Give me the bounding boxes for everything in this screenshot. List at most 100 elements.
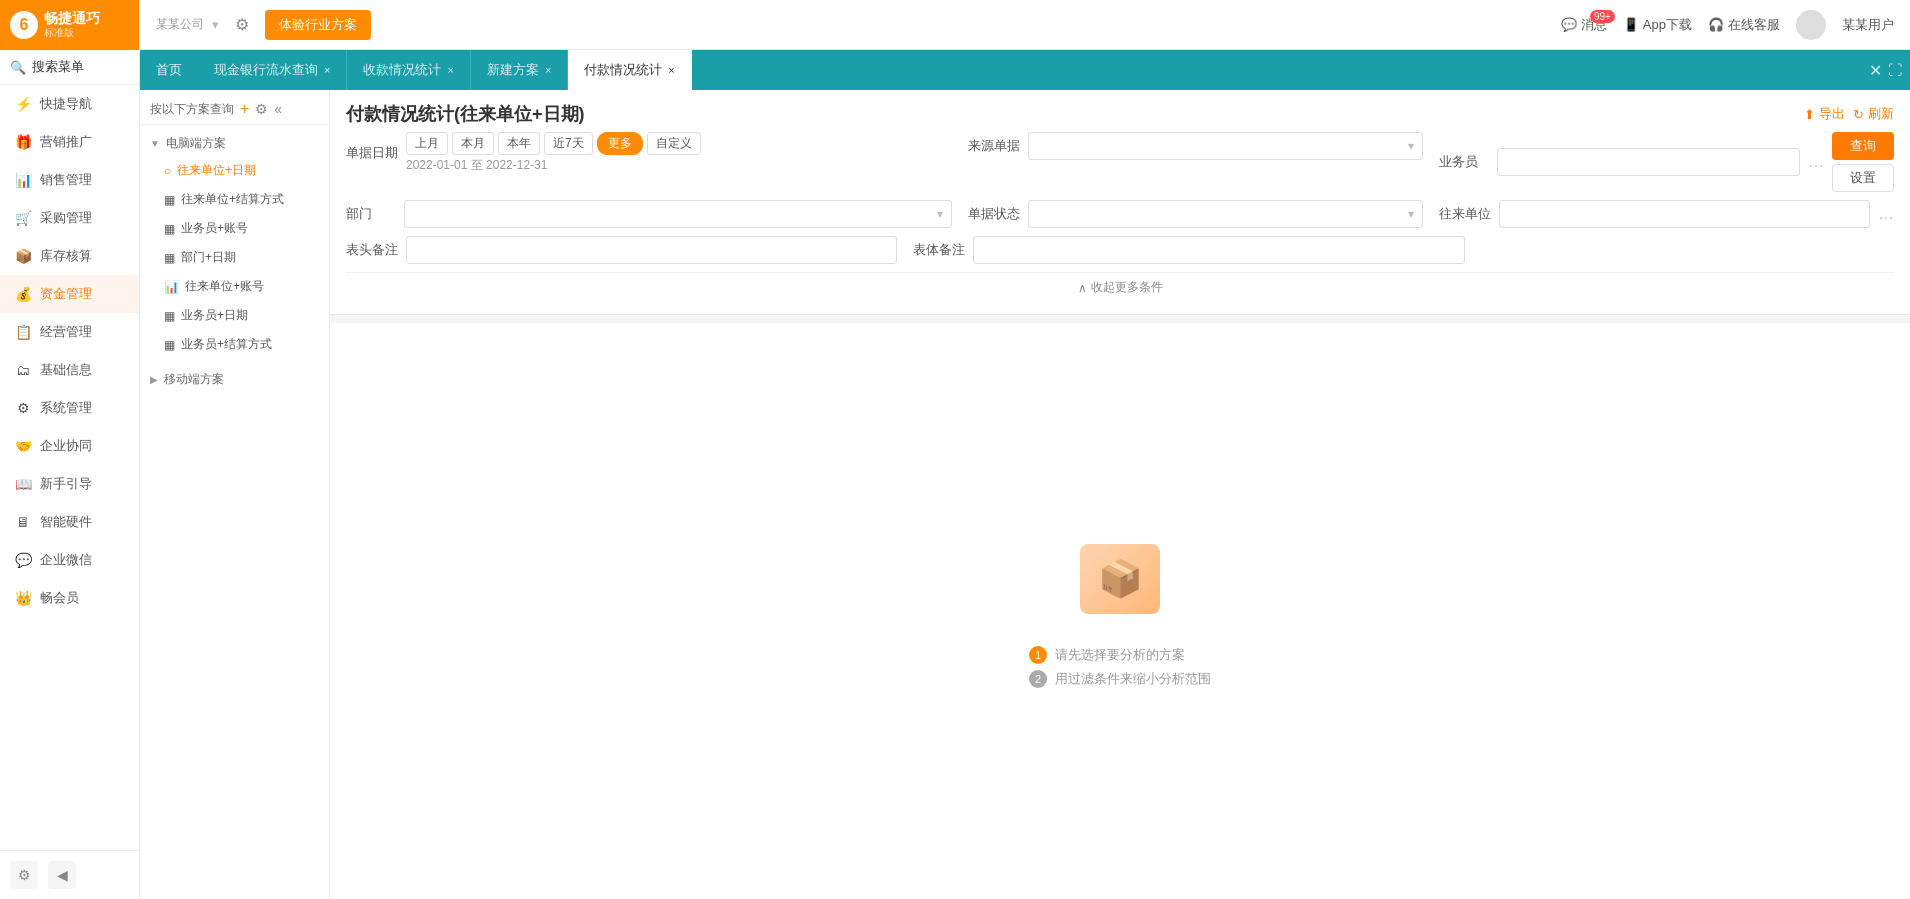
tab-bank[interactable]: 现金银行流水查询 × — [198, 50, 347, 90]
sidebar-item-finance[interactable]: 💰资金管理 — [0, 275, 139, 313]
tabs-bar: 首页 现金银行流水查询 × 收款情况统计 × 新建方案 × 付款情况统计 × ✕… — [140, 50, 1910, 90]
sidebar-item-enterprise[interactable]: 🤝企业协同 — [0, 427, 139, 465]
sidebar-item-wechat[interactable]: 💬企业微信 — [0, 541, 139, 579]
tabs-close-all-btn[interactable]: ✕ — [1869, 61, 1882, 80]
breadcrumb: 某某公司 — [156, 16, 204, 33]
sidebar-item-quick-nav[interactable]: ⚡快捷导航 — [0, 85, 139, 123]
scheme-item-partner-account[interactable]: 📊往来单位+账号 — [140, 272, 329, 301]
sidebar-item-inventory[interactable]: 📦库存核算 — [0, 237, 139, 275]
online-service-btn[interactable]: 🎧 在线客服 — [1708, 16, 1780, 34]
tab-bank-close[interactable]: × — [324, 64, 330, 76]
user-avatar[interactable] — [1796, 10, 1826, 40]
search-icon: 🔍 — [10, 60, 26, 75]
sidebar-nav: ⚡快捷导航🎁营销推广📊销售管理🛒采购管理📦库存核算💰资金管理📋经营管理🗂基础信息… — [0, 85, 139, 850]
desktop-group-title[interactable]: ▼ 电脑端方案 — [140, 131, 329, 156]
date-more[interactable]: 更多 — [597, 132, 643, 155]
empty-state: 1 请先选择要分析的方案 2 用过滤条件来缩小分析范围 — [330, 323, 1910, 899]
app-download-btn[interactable]: 📱 App下载 — [1623, 16, 1692, 34]
date-this-month[interactable]: 本月 — [452, 132, 494, 155]
page-title: 付款情况统计(往来单位+日期) — [346, 102, 585, 126]
guide-icon: 📖 — [14, 476, 32, 492]
sidebar-item-basic[interactable]: 🗂基础信息 — [0, 351, 139, 389]
refresh-btn[interactable]: ↻ 刷新 — [1853, 105, 1894, 123]
sidebar-search[interactable]: 🔍 搜索菜单 — [0, 50, 139, 85]
topbar-settings-btn[interactable]: ⚙ — [227, 10, 257, 40]
tab-receipt-close[interactable]: × — [447, 64, 453, 76]
left-panel: 按以下方案查询 + ⚙ « ▼ 电脑端方案 ○往来单位+日期▦往来单位+结算方式… — [140, 90, 330, 899]
scheme-item-staff-settle[interactable]: ▦业务员+结算方式 — [140, 330, 329, 359]
partner-input[interactable] — [1499, 200, 1870, 228]
tab-payment-close[interactable]: × — [668, 64, 674, 76]
dept-arrow: ▾ — [937, 207, 943, 221]
sidebar-item-marketing[interactable]: 🎁营销推广 — [0, 123, 139, 161]
date-last-month[interactable]: 上月 — [406, 132, 448, 155]
mobile-group-title[interactable]: ▶ 移动端方案 — [140, 365, 329, 394]
hint-1: 1 请先选择要分析的方案 — [1029, 646, 1211, 664]
sidebar-item-hardware[interactable]: 🖥智能硬件 — [0, 503, 139, 541]
staff-date-icon: ▦ — [164, 309, 175, 323]
collapse-filter-btn[interactable]: ∧ 收起更多条件 — [346, 272, 1894, 302]
doc-status-arrow: ▾ — [1408, 207, 1414, 221]
filter-area: 付款情况统计(往来单位+日期) ⬆ 导出 ↻ 刷新 — [330, 90, 1910, 315]
operation-icon: 📋 — [14, 324, 32, 340]
date-7days[interactable]: 近7天 — [544, 132, 593, 155]
filter-date: 单据日期 上月 本月 本年 近7天 更多 自定义 2022-01-01 至 20… — [346, 132, 952, 174]
note-body-input[interactable] — [973, 236, 1464, 264]
scheme-item-staff-account[interactable]: ▦业务员+账号 — [140, 214, 329, 243]
sidebar-item-purchase[interactable]: 🛒采购管理 — [0, 199, 139, 237]
set-btn[interactable]: 设置 — [1832, 164, 1894, 192]
scheme-setting-btn[interactable]: ⚙ — [255, 101, 268, 117]
sales-icon: 📊 — [14, 172, 32, 188]
note-body-label: 表体备注 — [913, 241, 965, 259]
tabs-expand-btn[interactable]: ⛶ — [1888, 62, 1902, 78]
staff-input[interactable] — [1497, 148, 1800, 176]
dept-select[interactable]: ▾ — [404, 200, 952, 228]
scheme-item-partner-settle[interactable]: ▦往来单位+结算方式 — [140, 185, 329, 214]
source-select[interactable]: ▾ — [1028, 132, 1423, 160]
filter-dept: 部门 ▾ — [346, 200, 952, 228]
vip-icon: 👑 — [14, 590, 32, 606]
settings-footer-btn[interactable]: ⚙ — [10, 861, 38, 889]
date-this-year[interactable]: 本年 — [498, 132, 540, 155]
tab-receipt[interactable]: 收款情况统计 × — [347, 50, 470, 90]
tab-new-scheme[interactable]: 新建方案 × — [471, 50, 568, 90]
marketing-icon: 🎁 — [14, 134, 32, 150]
scheme-item-partner-date[interactable]: ○往来单位+日期 — [140, 156, 329, 185]
filter-partner: 往来单位 … — [1439, 200, 1894, 228]
system-icon: ⚙ — [14, 400, 32, 416]
tab-payment[interactable]: 付款情况统计 × — [568, 50, 691, 90]
filter-row-1: 单据日期 上月 本月 本年 近7天 更多 自定义 2022-01-01 至 20… — [346, 132, 1894, 192]
sidebar-item-vip[interactable]: 👑畅会员 — [0, 579, 139, 617]
logo-icon: 6 — [10, 11, 38, 39]
scheme-item-staff-date[interactable]: ▦业务员+日期 — [140, 301, 329, 330]
user-name[interactable]: 某某用户 — [1842, 16, 1894, 34]
sidebar-item-guide[interactable]: 📖新手引导 — [0, 465, 139, 503]
tab-home[interactable]: 首页 — [140, 50, 198, 90]
sidebar-item-operation[interactable]: 📋经营管理 — [0, 313, 139, 351]
scheme-collapse-btn[interactable]: « — [274, 101, 282, 117]
partner-date-icon: ○ — [164, 164, 171, 178]
sidebar-item-sales[interactable]: 📊销售管理 — [0, 161, 139, 199]
message-btn[interactable]: 💬 消息 99+ — [1561, 16, 1607, 34]
query-btns: 查询 设置 — [1832, 132, 1894, 192]
note-head-input[interactable] — [406, 236, 897, 264]
enterprise-icon: 🤝 — [14, 438, 32, 454]
date-custom[interactable]: 自定义 — [647, 132, 701, 155]
staff-more-btn[interactable]: … — [1808, 153, 1824, 171]
trial-btn[interactable]: 体验行业方案 — [265, 10, 371, 40]
mobile-arrow-icon: ▶ — [150, 374, 158, 385]
scheme-item-dept-date[interactable]: ▦部门+日期 — [140, 243, 329, 272]
left-panel-header: 按以下方案查询 + ⚙ « — [140, 90, 329, 125]
partner-more-btn[interactable]: … — [1878, 205, 1894, 223]
logo-text: 畅捷通巧 标准版 — [44, 10, 100, 41]
sidebar-item-system[interactable]: ⚙系统管理 — [0, 389, 139, 427]
topbar-right: 💬 消息 99+ 📱 App下载 🎧 在线客服 某某用户 — [1561, 10, 1894, 40]
tab-new-scheme-close[interactable]: × — [545, 64, 551, 76]
collapse-footer-btn[interactable]: ◀ — [48, 861, 76, 889]
query-btn[interactable]: 查询 — [1832, 132, 1894, 160]
export-btn[interactable]: ⬆ 导出 — [1804, 105, 1845, 123]
doc-status-select[interactable]: ▾ — [1028, 200, 1423, 228]
inventory-icon: 📦 — [14, 248, 32, 264]
partner-label: 往来单位 — [1439, 205, 1491, 223]
add-scheme-btn[interactable]: + — [240, 100, 249, 118]
